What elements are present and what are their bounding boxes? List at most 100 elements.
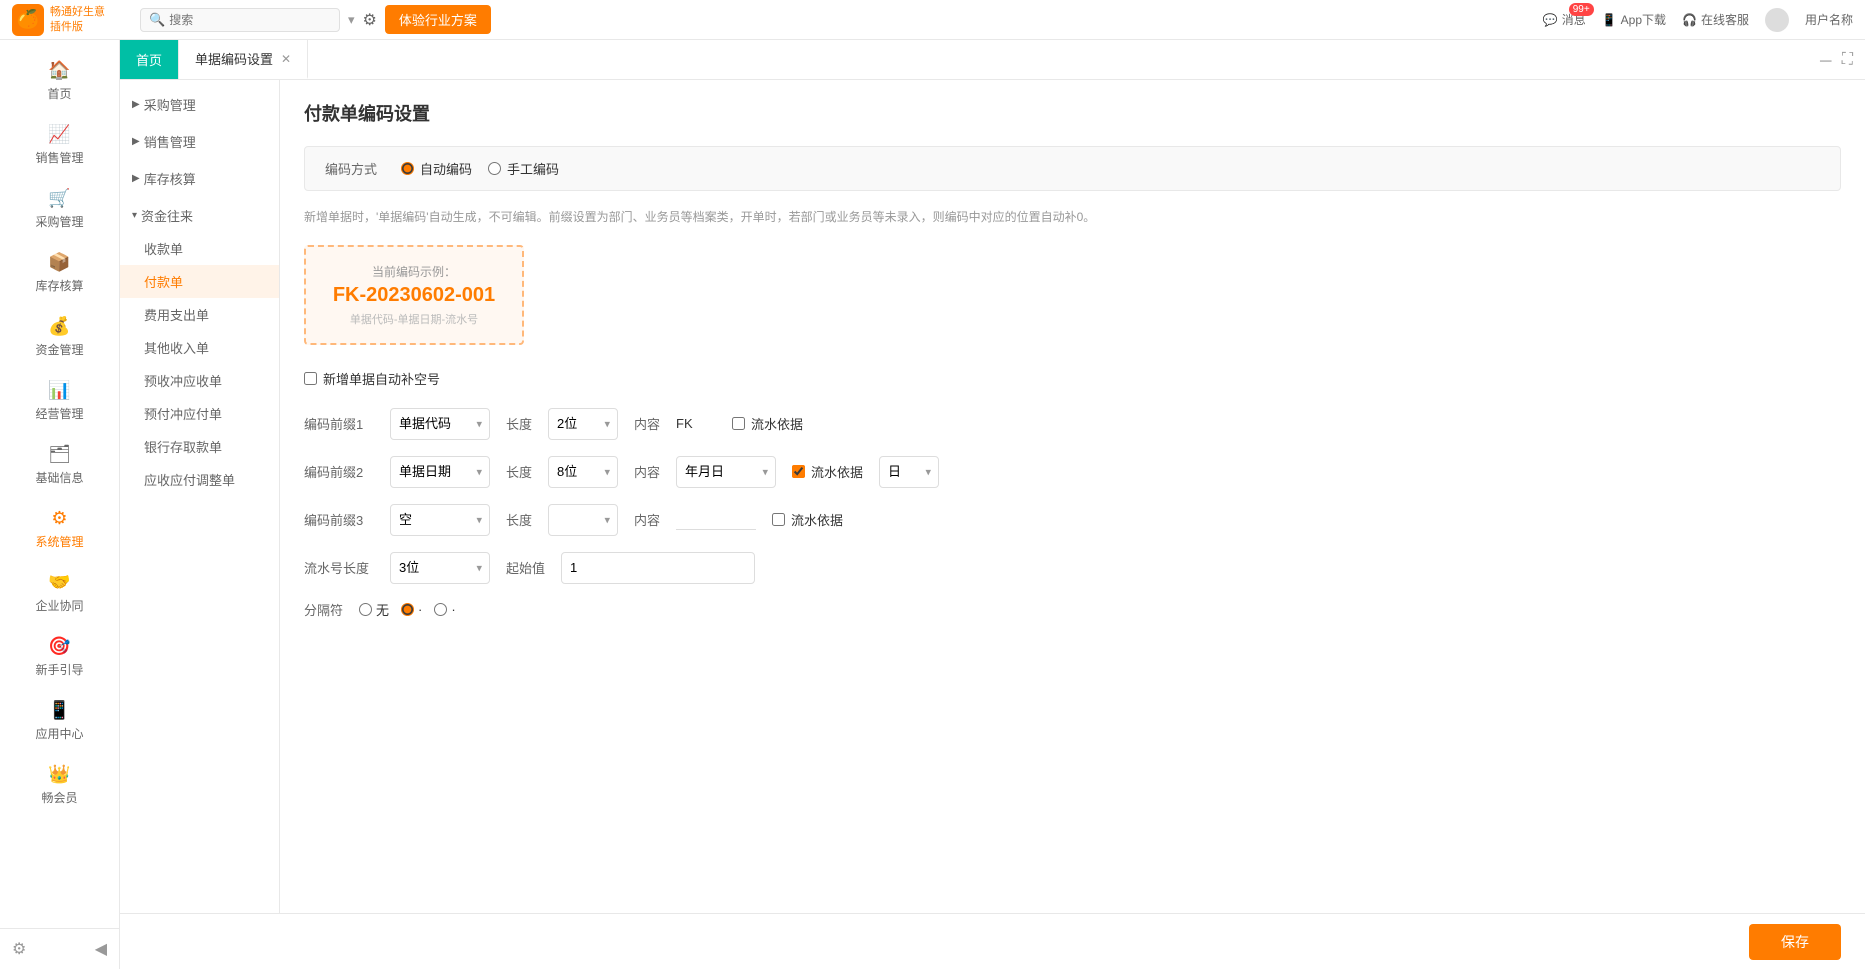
prefix1-length-select[interactable]: 2位 — [548, 408, 618, 440]
sep-none-option[interactable]: 无 — [359, 600, 389, 619]
enterprise-icon: 🤝 — [48, 572, 70, 593]
trial-button[interactable]: 体验行业方案 — [385, 5, 491, 34]
message-button[interactable]: 💬 消息 99+ — [1543, 11, 1586, 28]
home-icon: 🏠 — [48, 60, 70, 81]
submenu-group-capital: ▾ 资金往来 收款单 付款单 费用支出单 其他收入单 预收冲应收单 预付冲应付单… — [120, 199, 279, 496]
submenu-item-expense[interactable]: 费用支出单 — [120, 298, 279, 331]
prefix1-row: 编码前缀1 单据代码 长度 2位 内容 FK — [304, 408, 1841, 440]
submenu-group-capital-title[interactable]: ▾ 资金往来 — [120, 199, 279, 232]
auto-coding-radio[interactable] — [401, 162, 414, 175]
sep-dot-label: · — [418, 602, 422, 617]
sep-dot-radio[interactable] — [401, 603, 414, 616]
sidebar-item-enterprise[interactable]: 🤝 企业协同 — [6, 562, 113, 624]
manual-coding-option[interactable]: 手工编码 — [488, 159, 559, 178]
maximize-icon[interactable]: ⛶ — [1842, 51, 1853, 69]
main-panel: 付款单编码设置 编码方式 自动编码 手工编码 — [280, 80, 1865, 913]
save-button[interactable]: 保存 — [1749, 924, 1841, 960]
sidebar-item-base[interactable]: 🗂 基础信息 — [6, 434, 113, 496]
submenu-item-receipt[interactable]: 收款单 — [120, 232, 279, 265]
tab-home[interactable]: 首页 — [120, 40, 179, 79]
dropdown-icon[interactable]: ▾ — [348, 12, 355, 28]
sidebar-item-apps[interactable]: 📱 应用中心 — [6, 690, 113, 752]
sidebar-item-finance[interactable]: 💰 资金管理 — [6, 306, 113, 368]
minimize-icon[interactable]: － — [1818, 48, 1834, 72]
auto-coding-option[interactable]: 自动编码 — [401, 159, 472, 178]
sep-none-label: 无 — [376, 600, 389, 619]
sidebar-item-system[interactable]: ⚙ 系统管理 — [6, 498, 113, 560]
prefix3-serial-checkbox[interactable] — [772, 513, 785, 526]
prefix3-select[interactable]: 空 — [390, 504, 490, 536]
submenu-item-pre-receivable[interactable]: 预收冲应收单 — [120, 364, 279, 397]
avatar[interactable] — [1765, 8, 1789, 32]
service-icon: 🎧 — [1682, 13, 1697, 27]
tab-close-icon[interactable]: ✕ — [281, 52, 291, 66]
submenu-group-sales-label: 销售管理 — [144, 132, 196, 151]
settings-icon[interactable]: ⚙ — [363, 10, 377, 30]
submenu-item-adjust[interactable]: 应收应付调整单 — [120, 463, 279, 496]
serial-start-input[interactable] — [561, 552, 755, 584]
base-icon: 🗂 — [48, 444, 71, 465]
sidebar-item-label: 企业协同 — [35, 597, 83, 614]
footer-bar: 保存 — [120, 913, 1865, 969]
purchase-icon: 🛒 — [48, 188, 70, 209]
manual-coding-radio[interactable] — [488, 162, 501, 175]
sidebar-item-guide[interactable]: 🎯 新手引导 — [6, 626, 113, 688]
sidebar-item-purchase[interactable]: 🛒 采购管理 — [6, 178, 113, 240]
submenu-item-pre-payable[interactable]: 预付冲应付单 — [120, 397, 279, 430]
settings-bottom-icon[interactable]: ⚙ — [12, 939, 26, 959]
submenu-item-income[interactable]: 其他收入单 — [120, 331, 279, 364]
sidebar-item-inventory[interactable]: 📦 库存核算 — [6, 242, 113, 304]
sidebar-item-home[interactable]: 🏠 首页 — [6, 50, 113, 112]
sidebar-item-label: 库存核算 — [35, 277, 83, 294]
submenu-item-payment[interactable]: 付款单 — [120, 265, 279, 298]
sidebar-item-sales[interactable]: 📈 销售管理 — [6, 114, 113, 176]
prefix1-serial-checkbox[interactable] — [732, 417, 745, 430]
prefix3-length-select[interactable] — [548, 504, 618, 536]
sidebar-item-label: 新手引导 — [35, 661, 83, 678]
prefix3-length-wrap — [548, 504, 618, 536]
brand-icon: 🍊 — [17, 9, 39, 30]
submenu-group-sales: ▶ 销售管理 — [120, 125, 279, 158]
search-input[interactable] — [169, 13, 331, 27]
sep-none-radio[interactable] — [359, 603, 372, 616]
prefix2-serial-label: 流水依据 — [811, 462, 863, 481]
collapse-icon[interactable]: ◀ — [95, 939, 107, 959]
sep-dash-radio[interactable] — [434, 603, 447, 616]
prefix2-select[interactable]: 单据日期 — [390, 456, 490, 488]
prefix1-select[interactable]: 单据代码 — [390, 408, 490, 440]
sidebar-nav: 🏠 首页 📈 销售管理 🛒 采购管理 📦 库存核算 💰 资金管理 📊 经 — [0, 40, 119, 928]
submenu-item-bank[interactable]: 银行存取款单 — [120, 430, 279, 463]
submenu-group-purchase-title[interactable]: ▶ 采购管理 — [120, 88, 279, 121]
tab-serial-label: 单据编码设置 — [195, 49, 273, 68]
sidebar: 🏠 首页 📈 销售管理 🛒 采购管理 📦 库存核算 💰 资金管理 📊 经 — [0, 40, 120, 969]
submenu-group-inventory-title[interactable]: ▶ 库存核算 — [120, 162, 279, 195]
sales-icon: 📈 — [48, 124, 70, 145]
prefix2-serial-check[interactable]: 流水依据 — [792, 462, 863, 481]
prefix3-select-wrap: 空 — [390, 504, 490, 536]
search-box[interactable]: 🔍 — [140, 8, 340, 32]
prefix2-unit-wrap: 日 — [879, 456, 939, 488]
member-icon: 👑 — [48, 764, 70, 785]
sidebar-item-member[interactable]: 👑 畅会员 — [6, 754, 113, 816]
app-download-button[interactable]: 📱 App下载 — [1602, 11, 1666, 28]
online-service-button[interactable]: 🎧 在线客服 — [1682, 11, 1749, 28]
topbar: 🍊 畅通好生意 插件版 🔍 ▾ ⚙ 体验行业方案 💬 消息 99+ 📱 App下… — [0, 0, 1865, 40]
submenu-group-sales-title[interactable]: ▶ 销售管理 — [120, 125, 279, 158]
sidebar-item-operation[interactable]: 📊 经营管理 — [6, 370, 113, 432]
auto-fill-checkbox[interactable] — [304, 372, 317, 385]
prefix3-serial-check[interactable]: 流水依据 — [772, 510, 843, 529]
search-icon: 🔍 — [149, 12, 165, 28]
operation-icon: 📊 — [48, 380, 70, 401]
submenu-group-inventory: ▶ 库存核算 — [120, 162, 279, 195]
sep-dot-option[interactable]: · — [401, 602, 422, 617]
prefix2-length-select[interactable]: 8位 — [548, 456, 618, 488]
prefix2-content-select[interactable]: 年月日 — [676, 456, 776, 488]
serial-length-select[interactable]: 3位 — [390, 552, 490, 584]
prefix2-serial-checkbox[interactable] — [792, 465, 805, 478]
sep-dash-option[interactable]: · — [434, 602, 455, 617]
coding-method-label: 编码方式 — [325, 159, 377, 178]
prefix2-unit-select[interactable]: 日 — [879, 456, 939, 488]
prefix1-serial-check[interactable]: 流水依据 — [732, 414, 803, 433]
prefix2-label: 编码前缀2 — [304, 462, 374, 481]
tab-serial[interactable]: 单据编码设置 ✕ — [179, 40, 308, 79]
